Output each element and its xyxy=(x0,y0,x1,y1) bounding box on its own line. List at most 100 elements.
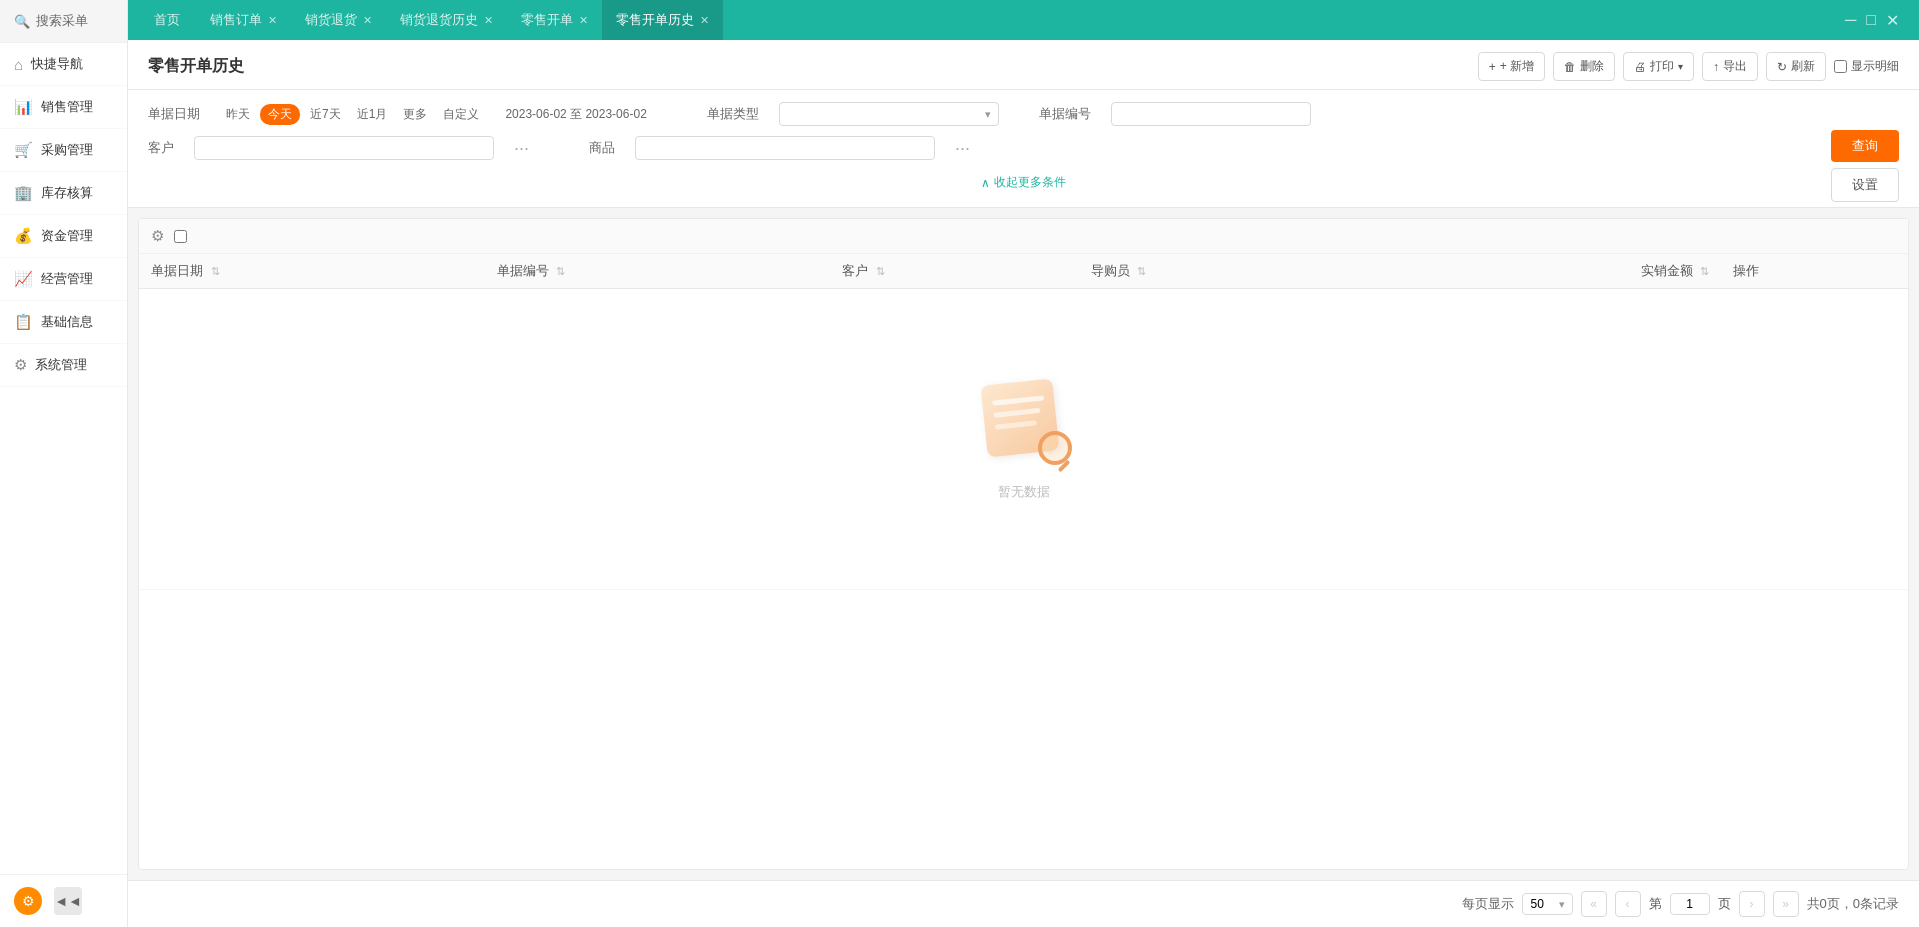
type-select[interactable] xyxy=(779,102,999,126)
page-label: 第 xyxy=(1649,895,1662,913)
tab-sales-return[interactable]: 销货退货 ✕ xyxy=(291,0,386,40)
pagination-first-btn[interactable]: « xyxy=(1581,891,1607,917)
sidebar-collapse-button[interactable]: ◄◄ xyxy=(54,887,82,915)
col-date-sort[interactable]: ⇅ xyxy=(211,265,220,277)
tab-retail-open[interactable]: 零售开单 ✕ xyxy=(507,0,602,40)
print-button[interactable]: 🖨 打印 ▾ xyxy=(1623,52,1694,81)
date-shortcut-today[interactable]: 今天 xyxy=(260,104,300,125)
col-number-sort[interactable]: ⇅ xyxy=(556,265,565,277)
sidebar-item-quick-nav[interactable]: ⌂ 快捷导航 xyxy=(0,43,127,86)
export-icon: ↑ xyxy=(1713,60,1719,74)
page-suffix: 页 xyxy=(1718,895,1731,913)
total-info: 共0页，0条记录 xyxy=(1807,895,1899,913)
tab-sales-return-history-label: 销货退货历史 xyxy=(400,11,478,29)
pagination-prev-btn[interactable]: ‹ xyxy=(1615,891,1641,917)
collapse-filter-btn[interactable]: ∧ 收起更多条件 xyxy=(148,170,1899,195)
empty-state-cell: 暂无数据 xyxy=(139,289,1908,590)
sidebar-item-operations[interactable]: 📈 经营管理 xyxy=(0,258,127,301)
window-min-button[interactable]: ─ xyxy=(1845,11,1856,29)
tab-retail-open-history[interactable]: 零售开单历史 ✕ xyxy=(602,0,723,40)
print-icon: 🖨 xyxy=(1634,60,1646,74)
tab-sales-order-close[interactable]: ✕ xyxy=(268,14,277,27)
date-shortcuts: 昨天 今天 近7天 近1月 更多 自定义 xyxy=(220,104,485,125)
sidebar-item-inventory[interactable]: 🏢 库存核算 xyxy=(0,172,127,215)
customer-input[interactable] xyxy=(194,136,494,160)
action-buttons-panel: 查询 设置 xyxy=(1831,130,1899,202)
content-wrapper: 零售开单历史 + + 新增 🗑 删除 🖨 打印 ▾ ↑ 导出 xyxy=(128,40,1919,927)
col-number: 单据编号 ⇅ xyxy=(485,254,831,289)
sidebar-item-label: 资金管理 xyxy=(41,227,93,245)
settings-query-button[interactable]: 设置 xyxy=(1831,168,1899,202)
date-shortcut-more[interactable]: 更多 xyxy=(397,104,433,125)
refresh-button[interactable]: ↻ 刷新 xyxy=(1766,52,1826,81)
pagination-next-btn[interactable]: › xyxy=(1739,891,1765,917)
add-label: + 新增 xyxy=(1500,58,1534,75)
refresh-icon: ↻ xyxy=(1777,60,1787,74)
sidebar-item-basic-info[interactable]: 📋 基础信息 xyxy=(0,301,127,344)
customer-filter-label: 客户 xyxy=(148,139,174,157)
sidebar-item-purchase-mgmt[interactable]: 🛒 采购管理 xyxy=(0,129,127,172)
tab-retail-open-history-label: 零售开单历史 xyxy=(616,11,694,29)
customer-more-icon[interactable]: ··· xyxy=(514,138,529,159)
empty-text: 暂无数据 xyxy=(998,483,1050,501)
col-action-label: 操作 xyxy=(1733,263,1759,278)
export-button[interactable]: ↑ 导出 xyxy=(1702,52,1758,81)
page-title: 零售开单历史 xyxy=(148,56,244,77)
sidebar-item-finance[interactable]: 💰 资金管理 xyxy=(0,215,127,258)
col-number-label: 单据编号 xyxy=(497,263,549,278)
tab-sales-return-history-close[interactable]: ✕ xyxy=(484,14,493,27)
display-toggle[interactable]: 显示明细 xyxy=(1834,58,1899,75)
col-amount-sort[interactable]: ⇅ xyxy=(1700,265,1709,277)
tab-home[interactable]: 首页 xyxy=(138,0,196,40)
collapse-up-icon: ∧ xyxy=(981,176,990,190)
operations-icon: 📈 xyxy=(14,270,33,288)
tab-sales-return-close[interactable]: ✕ xyxy=(363,14,372,27)
search-icon: 🔍 xyxy=(14,14,30,29)
date-shortcut-custom[interactable]: 自定义 xyxy=(437,104,485,125)
add-button[interactable]: + + 新增 xyxy=(1478,52,1545,81)
display-toggle-checkbox[interactable] xyxy=(1834,60,1847,73)
delete-icon: 🗑 xyxy=(1564,60,1576,74)
goods-input[interactable] xyxy=(635,136,935,160)
sidebar-search-label: 搜索采单 xyxy=(36,12,88,30)
cart-icon: 🛒 xyxy=(14,141,33,159)
col-guide-sort[interactable]: ⇅ xyxy=(1137,265,1146,277)
pagination-last-icon: » xyxy=(1782,897,1789,911)
date-shortcut-1month[interactable]: 近1月 xyxy=(351,104,394,125)
tab-sales-order[interactable]: 销售订单 ✕ xyxy=(196,0,291,40)
window-close-button[interactable]: ✕ xyxy=(1886,11,1899,30)
tab-sales-return-history[interactable]: 销货退货历史 ✕ xyxy=(386,0,507,40)
sidebar-item-label: 快捷导航 xyxy=(31,55,83,73)
sidebar-item-system[interactable]: ⚙ 系统管理 xyxy=(0,344,127,387)
pagination-last-btn[interactable]: » xyxy=(1773,891,1799,917)
col-guide: 导购员 ⇅ xyxy=(1079,254,1376,289)
tab-home-label: 首页 xyxy=(154,11,180,29)
table-settings-icon[interactable]: ⚙ xyxy=(151,227,164,245)
chart-icon: 📊 xyxy=(14,98,33,116)
date-range-display: 2023-06-02 至 2023-06-02 xyxy=(505,106,646,123)
col-guide-label: 导购员 xyxy=(1091,263,1130,278)
settings-button[interactable]: ⚙ xyxy=(14,887,42,915)
window-max-button[interactable]: □ xyxy=(1866,11,1876,29)
per-page-select[interactable]: 20 50 100 xyxy=(1522,893,1573,915)
select-all-checkbox[interactable] xyxy=(174,230,187,243)
tab-retail-open-close[interactable]: ✕ xyxy=(579,14,588,27)
col-customer-sort[interactable]: ⇅ xyxy=(876,265,885,277)
sidebar-search[interactable]: 🔍 搜索采单 xyxy=(0,0,127,43)
tab-sales-return-label: 销货退货 xyxy=(305,11,357,29)
export-label: 导出 xyxy=(1723,58,1747,75)
gear-icon: ⚙ xyxy=(14,356,27,374)
sidebar-item-sales-mgmt[interactable]: 📊 销售管理 xyxy=(0,86,127,129)
col-date: 单据日期 ⇅ xyxy=(139,254,485,289)
query-button[interactable]: 查询 xyxy=(1831,130,1899,162)
tab-retail-open-history-close[interactable]: ✕ xyxy=(700,14,709,27)
date-shortcut-7days[interactable]: 近7天 xyxy=(304,104,347,125)
page-number-input[interactable] xyxy=(1670,893,1710,915)
data-table: 单据日期 ⇅ 单据编号 ⇅ 客户 ⇅ 导购员 ⇅ xyxy=(139,254,1908,590)
delete-button[interactable]: 🗑 删除 xyxy=(1553,52,1615,81)
col-action: 操作 xyxy=(1721,254,1908,289)
number-input[interactable] xyxy=(1111,102,1311,126)
date-shortcut-yesterday[interactable]: 昨天 xyxy=(220,104,256,125)
home-icon: ⌂ xyxy=(14,56,23,73)
goods-more-icon[interactable]: ··· xyxy=(955,138,970,159)
